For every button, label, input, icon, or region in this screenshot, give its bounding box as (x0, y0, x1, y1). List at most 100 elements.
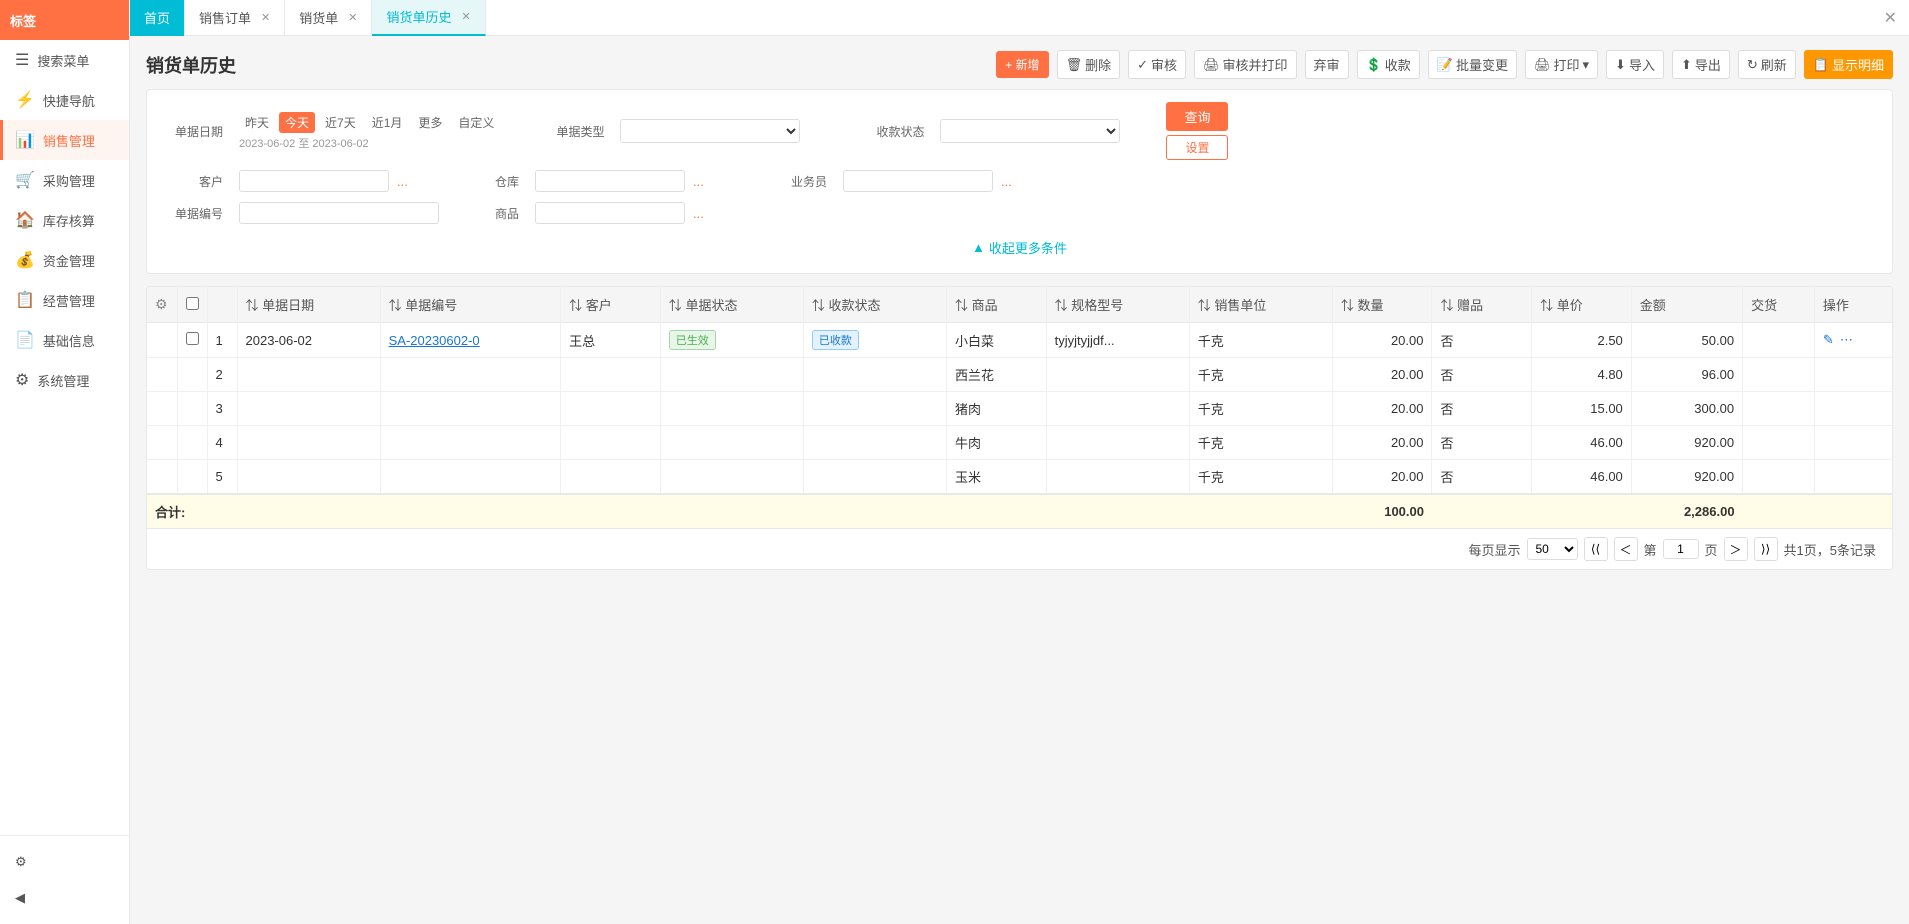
next-page-button[interactable]: ＞ (1724, 537, 1748, 561)
prev-page-button[interactable]: ＜ (1614, 537, 1638, 561)
finance-icon: 💰 (15, 250, 35, 270)
col-spec[interactable]: ⇅ 规格型号 (1046, 287, 1189, 323)
col-amount[interactable]: 金额 (1631, 287, 1742, 323)
col-gear[interactable]: ⚙ (147, 287, 177, 323)
warehouse-ellipsis[interactable]: ... (693, 174, 704, 189)
sidebar-item-purchase-mgmt[interactable]: 🛒 采购管理 (0, 160, 129, 200)
delete-button[interactable]: 🗑 删除 (1057, 50, 1121, 79)
summary-empty (237, 494, 1332, 528)
show-details-button[interactable]: 📋 显示明细 (1804, 50, 1893, 79)
tab-sales-history[interactable]: 销货单历史 ✕ (372, 0, 485, 36)
cell-checkbox (177, 460, 207, 495)
sidebar-item-bottom-2[interactable]: ◀ (0, 880, 129, 916)
date-chip-7days[interactable]: 近7天 (319, 112, 362, 133)
refresh-button[interactable]: ↻ 刷新 (1738, 50, 1796, 79)
tab-bar-close-all[interactable]: ✕ (1884, 8, 1909, 28)
cell-gear (147, 392, 177, 426)
sidebar-item-basic-info[interactable]: 📄 基础信息 (0, 320, 129, 360)
collect-status-badge: 已收款 (812, 330, 859, 350)
tab-sales-history-close[interactable]: ✕ (462, 10, 471, 23)
doc-type-select[interactable] (620, 119, 800, 143)
date-chips: 昨天 今天 近7天 近1月 更多 自定义 (239, 112, 500, 133)
first-page-button[interactable]: ⟨⟨ (1584, 537, 1608, 561)
page-number-input[interactable]: 1 (1663, 539, 1699, 559)
sidebar-item-bottom-1[interactable]: ⚙ (0, 844, 129, 880)
batch-change-button[interactable]: 📝 批量变更 (1428, 50, 1517, 79)
col-doc-date[interactable]: ⇅ 单据日期 (237, 287, 380, 323)
date-chip-custom[interactable]: 自定义 (452, 112, 500, 133)
goods-ellipsis[interactable]: ... (693, 206, 704, 221)
date-chip-today[interactable]: 今天 (279, 112, 315, 133)
table-row: 1 2023-06-02 SA-20230602-0 王总 已生效 已收款 小白… (147, 323, 1892, 358)
row-checkbox[interactable] (186, 332, 199, 345)
sidebar-item-search-menu[interactable]: ☰ 搜索菜单 (0, 40, 129, 80)
cell-collect-status (803, 358, 946, 392)
cell-doc-number[interactable]: SA-20230602-0 (380, 323, 561, 358)
doc-number-link[interactable]: SA-20230602-0 (389, 333, 480, 348)
col-sales-unit[interactable]: ⇅ 销售单位 (1189, 287, 1332, 323)
gear-icon[interactable]: ⚙ (155, 296, 168, 312)
filter-row-3: 单据编号 商品 ... (163, 202, 1876, 224)
export-button[interactable]: ⬆ 导出 (1672, 50, 1730, 79)
date-chip-1month[interactable]: 近1月 (366, 112, 409, 133)
col-trade[interactable]: 交货 (1743, 287, 1815, 323)
col-goods[interactable]: ⇅ 商品 (946, 287, 1046, 323)
cell-trade (1743, 323, 1815, 358)
query-button[interactable]: 查询 (1166, 102, 1228, 131)
tab-sales-delivery-close[interactable]: ✕ (348, 11, 357, 24)
tab-sales-delivery[interactable]: 销货单 ✕ (285, 0, 372, 36)
edit-icon[interactable]: ✎ (1823, 332, 1834, 347)
summary-row: 合计: 100.00 2,286.00 (147, 494, 1892, 528)
cell-gift: 否 (1432, 426, 1532, 460)
col-doc-status[interactable]: ⇅ 单据状态 (660, 287, 803, 323)
total-info: 共1页，5条记录 (1784, 540, 1876, 559)
last-page-button[interactable]: ⟩⟩ (1754, 537, 1778, 561)
select-all-checkbox[interactable] (186, 297, 199, 310)
import-button[interactable]: ⬇ 导入 (1606, 50, 1664, 79)
sidebar-item-finance[interactable]: 💰 资金管理 (0, 240, 129, 280)
tab-sales-order-close[interactable]: ✕ (261, 11, 270, 24)
review-print-button[interactable]: 🖨 审核并打印 (1194, 50, 1297, 79)
per-page-select[interactable]: 50 100 200 (1527, 538, 1578, 560)
review-button[interactable]: ✓ 审核 (1128, 50, 1186, 79)
sidebar-item-quick-nav[interactable]: ⚡ 快捷导航 (0, 80, 129, 120)
sort-icon: ⇅ (955, 298, 968, 313)
salesperson-input[interactable] (843, 170, 993, 192)
date-chip-yesterday[interactable]: 昨天 (239, 112, 275, 133)
print-button[interactable]: 🖨 打印 ▾ (1525, 50, 1598, 79)
cell-doc-status (660, 358, 803, 392)
cell-gift: 否 (1432, 392, 1532, 426)
sidebar-item-sales-mgmt[interactable]: 📊 销售管理 (0, 120, 129, 160)
new-button[interactable]: + 新增 (996, 51, 1048, 78)
delete-icon: 🗑 (1066, 57, 1083, 73)
more-icon[interactable]: ⋯ (1840, 332, 1853, 347)
cell-row-num: 3 (207, 392, 237, 426)
sidebar-item-inventory[interactable]: 🏠 库存核算 (0, 200, 129, 240)
collapse-filter-btn[interactable]: ▲ 收起更多条件 (163, 234, 1876, 261)
doc-number-input[interactable] (239, 202, 439, 224)
filter-row-1: 单据日期 昨天 今天 近7天 近1月 更多 自定义 2023-06-02 至 2… (163, 102, 1876, 160)
col-gift[interactable]: ⇅ 赠品 (1432, 287, 1532, 323)
date-chip-more[interactable]: 更多 (412, 112, 448, 133)
tab-home[interactable]: 首页 (130, 0, 185, 36)
col-quantity[interactable]: ⇅ 数量 (1332, 287, 1432, 323)
sidebar-item-operation[interactable]: 📋 经营管理 (0, 280, 129, 320)
goods-input[interactable] (535, 202, 685, 224)
doc-number-label: 单据编号 (163, 205, 223, 222)
customer-input[interactable] (239, 170, 389, 192)
salesperson-ellipsis[interactable]: ... (1001, 174, 1012, 189)
tab-sales-order[interactable]: 销售订单 ✕ (185, 0, 285, 36)
settings-button[interactable]: 设置 (1166, 135, 1228, 160)
cell-trade (1743, 358, 1815, 392)
warehouse-input[interactable] (535, 170, 685, 192)
col-unit-price[interactable]: ⇅ 单价 (1532, 287, 1632, 323)
collect-status-select[interactable] (940, 119, 1120, 143)
collect-button[interactable]: 💲 收款 (1357, 50, 1420, 79)
sidebar-item-sys-mgmt[interactable]: ⚙ 系统管理 (0, 360, 129, 400)
customer-ellipsis[interactable]: ... (397, 174, 408, 189)
abandon-button[interactable]: 弃审 (1305, 50, 1349, 79)
col-customer[interactable]: ⇅ 客户 (561, 287, 661, 323)
cell-customer (561, 460, 661, 495)
col-doc-number[interactable]: ⇅ 单据编号 (380, 287, 561, 323)
col-collect-status[interactable]: ⇅ 收款状态 (803, 287, 946, 323)
